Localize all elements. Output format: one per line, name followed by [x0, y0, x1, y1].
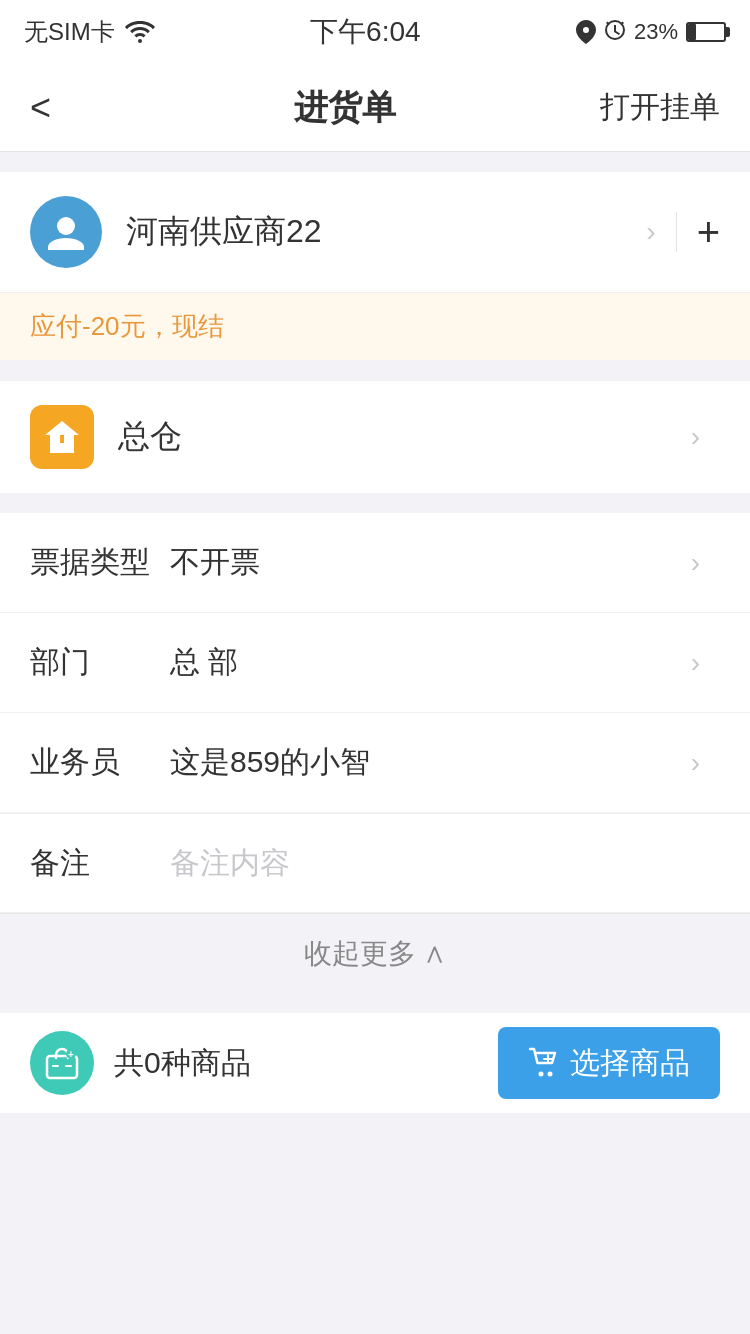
select-product-button[interactable]: 选择商品: [498, 1027, 720, 1099]
supplier-avatar: [30, 196, 102, 268]
status-left: 无SIM卡: [24, 16, 155, 48]
warehouse-row[interactable]: 总仓 ›: [0, 380, 750, 493]
status-bar: 无SIM卡 下午6:04 23%: [0, 0, 750, 64]
bag-icon: +: [43, 1044, 81, 1082]
house-icon: [43, 419, 81, 455]
nav-bar: < 进货单 打开挂单: [0, 64, 750, 152]
form-section: 票据类型 不开票 › 部门 总 部 › 业务员 这是859的小智 › 备注 备注…: [0, 513, 750, 993]
signal-label: 无SIM卡: [24, 16, 115, 48]
alarm-icon: [604, 20, 626, 44]
supplier-chevron-icon: ›: [646, 216, 655, 248]
warehouse-chevron-icon: ›: [691, 421, 700, 453]
cart-icon: [528, 1047, 560, 1079]
invoice-value: 不开票: [150, 542, 691, 583]
invoice-label: 票据类型: [30, 542, 150, 583]
salesperson-label: 业务员: [30, 742, 150, 783]
department-label: 部门: [30, 642, 150, 683]
salesperson-chevron-icon: ›: [691, 747, 700, 779]
department-chevron-icon: ›: [691, 647, 700, 679]
select-product-label: 选择商品: [570, 1043, 690, 1084]
department-value: 总 部: [150, 642, 691, 683]
bottom-bar: + 共0种商品 选择商品: [0, 1013, 750, 1113]
status-right: 23%: [576, 19, 726, 45]
remarks-label: 备注: [30, 843, 150, 884]
svg-point-4: [539, 1072, 544, 1077]
remarks-placeholder: 备注内容: [150, 843, 720, 884]
warehouse-section: 总仓 ›: [0, 380, 750, 493]
battery-percent: 23%: [634, 19, 678, 45]
supplier-row[interactable]: 河南供应商22 › +: [0, 172, 750, 293]
section-gap-2: [0, 360, 750, 380]
person-icon: [44, 210, 88, 254]
salesperson-row[interactable]: 业务员 这是859的小智 ›: [0, 713, 750, 813]
battery-icon: [686, 22, 726, 42]
salesperson-value: 这是859的小智: [150, 742, 691, 783]
product-count-text: 共0种商品: [114, 1043, 498, 1084]
open-pending-button[interactable]: 打开挂单: [600, 87, 720, 128]
warehouse-name: 总仓: [118, 415, 691, 459]
remarks-row[interactable]: 备注 备注内容: [0, 813, 750, 913]
notice-bar: 应付-20元，现结: [0, 293, 750, 360]
collapse-button[interactable]: 收起更多 ∧: [0, 913, 750, 993]
supplier-section: 河南供应商22 › + 应付-20元，现结: [0, 172, 750, 360]
product-icon: +: [30, 1031, 94, 1095]
wifi-icon: [125, 21, 155, 43]
svg-point-5: [548, 1072, 553, 1077]
location-icon: [576, 20, 596, 44]
invoice-row[interactable]: 票据类型 不开票 ›: [0, 513, 750, 613]
back-button[interactable]: <: [30, 87, 90, 129]
section-gap-1: [0, 152, 750, 172]
warehouse-icon: [30, 405, 94, 469]
invoice-chevron-icon: ›: [691, 547, 700, 579]
svg-text:+: +: [68, 1049, 74, 1060]
supplier-name: 河南供应商22: [126, 210, 646, 254]
add-supplier-button[interactable]: +: [676, 212, 720, 252]
status-time: 下午6:04: [310, 13, 421, 51]
department-row[interactable]: 部门 总 部 ›: [0, 613, 750, 713]
page-title: 进货单: [294, 85, 396, 131]
svg-point-0: [57, 217, 75, 235]
